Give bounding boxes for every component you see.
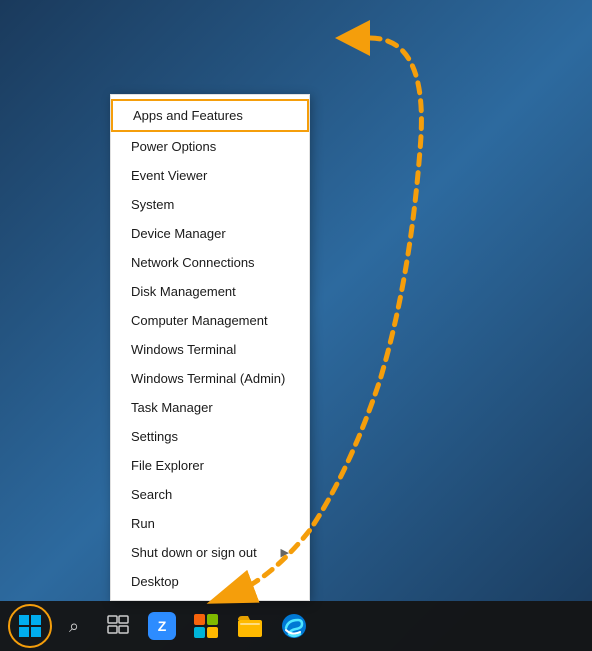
taskbar-search-button[interactable]: ⌕: [54, 606, 94, 646]
arrow-tip: [335, 20, 370, 56]
menu-item-windows-terminal[interactable]: Windows Terminal: [111, 335, 309, 364]
menu-item-event-viewer[interactable]: Event Viewer: [111, 161, 309, 190]
menu-item-file-explorer[interactable]: File Explorer: [111, 451, 309, 480]
desktop: Apps and Features Power Options Event View…: [0, 0, 592, 651]
task-view-icon: [107, 615, 129, 637]
menu-item-label-network-connections: Network Connections: [131, 255, 255, 270]
menu-item-shut-down[interactable]: Shut down or sign out ▶: [111, 538, 309, 567]
menu-item-label-shut-down: Shut down or sign out: [131, 545, 257, 560]
menu-item-label-desktop: Desktop: [131, 574, 179, 589]
context-menu: Apps and Features Power Options Event View…: [110, 94, 310, 601]
menu-item-label-run: Run: [131, 516, 155, 531]
menu-item-windows-terminal-admin[interactable]: Windows Terminal (Admin): [111, 364, 309, 393]
menu-item-label-system: System: [131, 197, 174, 212]
taskbar-edge-button[interactable]: [274, 606, 314, 646]
menu-item-label-device-manager: Device Manager: [131, 226, 226, 241]
start-button-circle: [8, 604, 52, 648]
explorer-icon: [236, 612, 264, 640]
taskbar-store-button[interactable]: [186, 606, 226, 646]
menu-item-run[interactable]: Run: [111, 509, 309, 538]
menu-item-label-settings: Settings: [131, 429, 178, 444]
menu-item-label-computer-management: Computer Management: [131, 313, 268, 328]
menu-item-system[interactable]: System: [111, 190, 309, 219]
menu-item-label-windows-terminal: Windows Terminal: [131, 342, 236, 357]
menu-item-apps-features[interactable]: Apps and Features: [111, 99, 309, 132]
menu-item-desktop[interactable]: Desktop: [111, 567, 309, 596]
store-icon: [192, 612, 220, 640]
start-button[interactable]: [10, 606, 50, 646]
menu-item-label-event-viewer: Event Viewer: [131, 168, 207, 183]
menu-item-label-apps-features: Apps and Features: [133, 108, 243, 123]
search-icon: ⌕: [69, 616, 79, 637]
menu-item-label-power-options: Power Options: [131, 139, 216, 154]
menu-item-label-windows-terminal-admin: Windows Terminal (Admin): [131, 371, 285, 386]
taskbar-zoom-button[interactable]: Z: [142, 606, 182, 646]
menu-item-search[interactable]: Search: [111, 480, 309, 509]
menu-item-task-manager[interactable]: Task Manager: [111, 393, 309, 422]
edge-icon: [280, 612, 308, 640]
menu-item-label-search: Search: [131, 487, 172, 502]
menu-item-computer-management[interactable]: Computer Management: [111, 306, 309, 335]
taskbar-taskview-button[interactable]: [98, 606, 138, 646]
submenu-chevron-icon: ▶: [281, 546, 289, 559]
zoom-icon: Z: [148, 612, 176, 640]
menu-item-settings[interactable]: Settings: [111, 422, 309, 451]
menu-item-power-options[interactable]: Power Options: [111, 132, 309, 161]
menu-item-disk-management[interactable]: Disk Management: [111, 277, 309, 306]
menu-item-label-file-explorer: File Explorer: [131, 458, 204, 473]
menu-item-network-connections[interactable]: Network Connections: [111, 248, 309, 277]
menu-item-device-manager[interactable]: Device Manager: [111, 219, 309, 248]
menu-item-label-disk-management: Disk Management: [131, 284, 236, 299]
taskbar: ⌕ Z: [0, 601, 592, 651]
menu-item-label-task-manager: Task Manager: [131, 400, 213, 415]
taskbar-explorer-button[interactable]: [230, 606, 270, 646]
